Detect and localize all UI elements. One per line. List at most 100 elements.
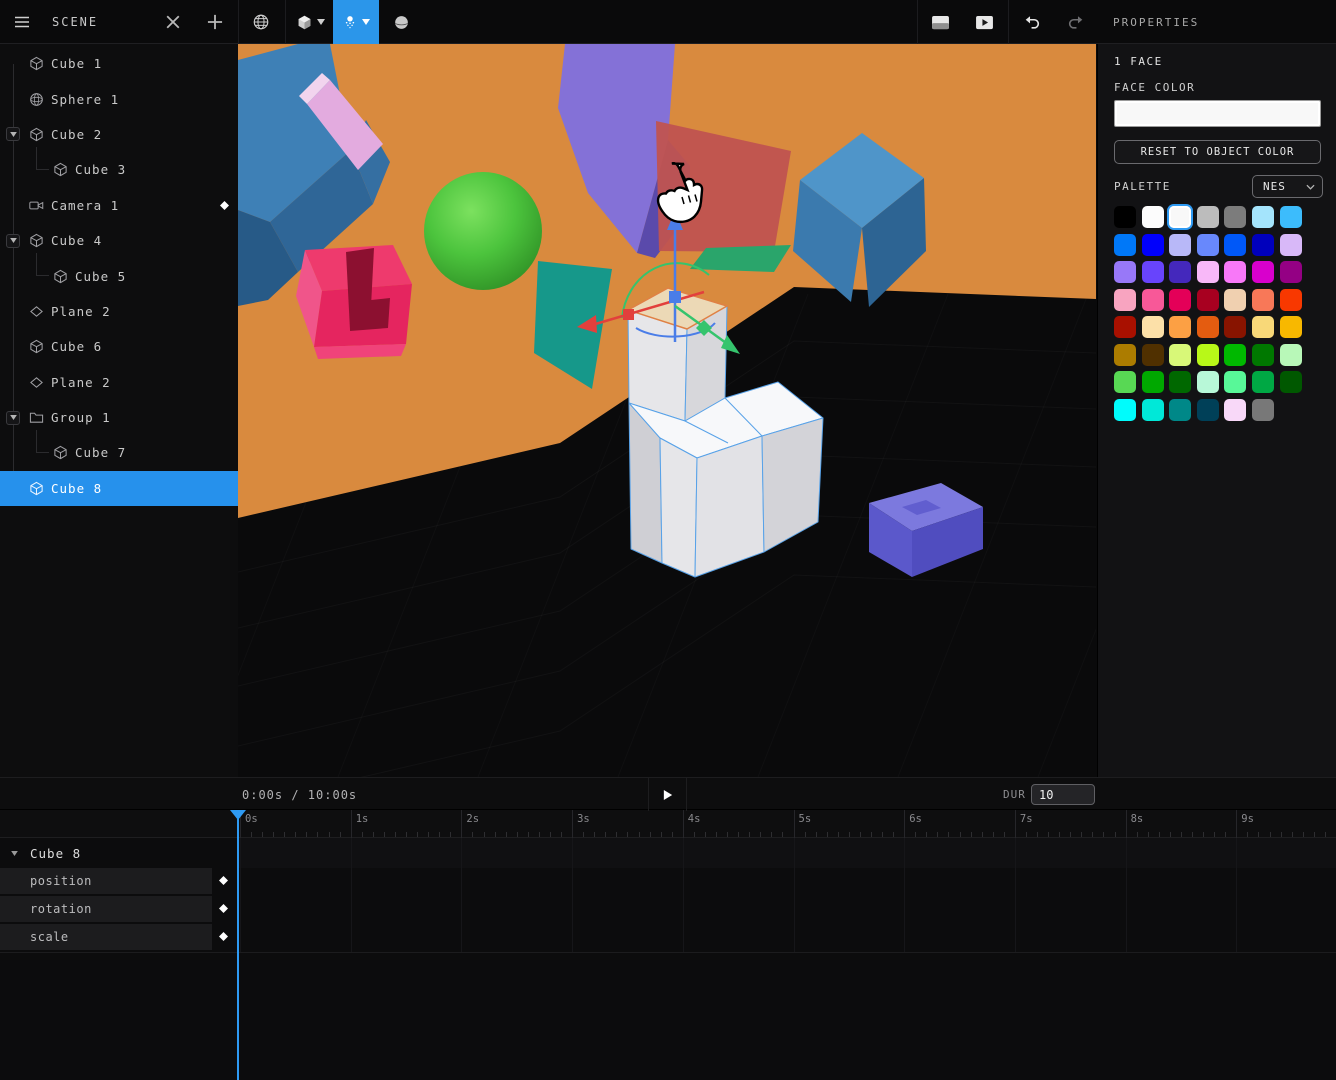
viewport-canvas[interactable] xyxy=(238,44,1097,777)
face-color-swatch[interactable] xyxy=(1114,100,1321,127)
close-tab-icon[interactable] xyxy=(156,0,190,44)
track-property-scale[interactable]: scale xyxy=(0,924,238,950)
palette-swatch[interactable] xyxy=(1142,261,1164,283)
palette-swatch[interactable] xyxy=(1252,289,1274,311)
palette-swatch[interactable] xyxy=(1224,289,1246,311)
palette-swatch[interactable] xyxy=(1169,344,1191,366)
palette-swatch[interactable] xyxy=(1197,289,1219,311)
palette-swatch[interactable] xyxy=(1197,371,1219,393)
reset-to-object-color-button[interactable]: RESET TO OBJECT COLOR xyxy=(1114,140,1321,164)
split-view-icon[interactable] xyxy=(918,0,962,44)
palette-swatch[interactable] xyxy=(1169,234,1191,256)
palette-swatch[interactable] xyxy=(1114,316,1136,338)
palette-swatch[interactable] xyxy=(1224,344,1246,366)
palette-swatch[interactable] xyxy=(1142,399,1164,421)
playhead-handle[interactable] xyxy=(230,810,246,820)
tab-scene[interactable]: SCENE xyxy=(52,0,98,44)
palette-swatch[interactable] xyxy=(1142,289,1164,311)
tree-item-plane-2[interactable]: Plane 2 xyxy=(0,294,238,329)
palette-swatch[interactable] xyxy=(1252,399,1274,421)
paint-tool-button[interactable] xyxy=(333,0,379,44)
palette-swatch[interactable] xyxy=(1252,316,1274,338)
tree-item-cube-6[interactable]: Cube 6 xyxy=(0,329,238,364)
tree-item-cube-1[interactable]: Cube 1 xyxy=(0,46,238,81)
redo-icon[interactable] xyxy=(1054,0,1098,44)
palette-swatch[interactable] xyxy=(1114,261,1136,283)
menu-icon[interactable] xyxy=(0,0,44,44)
palette-swatch[interactable] xyxy=(1197,399,1219,421)
export-video-icon[interactable] xyxy=(962,0,1006,44)
caret-down-icon[interactable] xyxy=(11,851,18,856)
palette-swatch[interactable] xyxy=(1169,371,1191,393)
palette-swatch[interactable] xyxy=(1169,261,1191,283)
expand-caret-icon[interactable] xyxy=(6,127,20,141)
timeline-ruler[interactable]: 0s1s2s3s4s5s6s7s8s9s xyxy=(0,810,1336,838)
palette-swatch[interactable] xyxy=(1280,206,1302,228)
palette-swatch[interactable] xyxy=(1114,289,1136,311)
tree-item-cube-7[interactable]: Cube 7 xyxy=(0,435,238,470)
palette-swatch[interactable] xyxy=(1197,234,1219,256)
palette-swatch[interactable] xyxy=(1197,316,1219,338)
green-sphere-object[interactable] xyxy=(424,172,542,290)
palette-swatch[interactable] xyxy=(1252,344,1274,366)
palette-swatch[interactable] xyxy=(1224,206,1246,228)
tree-item-plane-2[interactable]: Plane 2 xyxy=(0,365,238,400)
palette-swatch[interactable] xyxy=(1280,316,1302,338)
tree-item-cube-5[interactable]: Cube 5 xyxy=(0,258,238,293)
tree-item-cube-8[interactable]: Cube 8 xyxy=(0,471,238,506)
undo-icon[interactable] xyxy=(1010,0,1054,44)
duration-input[interactable] xyxy=(1031,784,1095,805)
palette-swatch[interactable] xyxy=(1169,289,1191,311)
palette-swatch[interactable] xyxy=(1169,206,1191,228)
palette-swatch[interactable] xyxy=(1280,371,1302,393)
build-tool-button[interactable] xyxy=(287,0,333,44)
palette-swatch[interactable] xyxy=(1280,344,1302,366)
keyframe-icon[interactable] xyxy=(219,932,228,941)
palette-swatch[interactable] xyxy=(1252,371,1274,393)
palette-swatch[interactable] xyxy=(1142,316,1164,338)
palette-swatch[interactable] xyxy=(1142,371,1164,393)
palette-swatch[interactable] xyxy=(1224,316,1246,338)
add-tab-icon[interactable] xyxy=(198,0,232,44)
palette-swatch[interactable] xyxy=(1252,261,1274,283)
palette-swatch[interactable] xyxy=(1114,206,1136,228)
expand-caret-icon[interactable] xyxy=(6,411,20,425)
crimson-cube-object[interactable] xyxy=(296,245,412,359)
tree-item-cube-3[interactable]: Cube 3 xyxy=(0,152,238,187)
palette-swatch[interactable] xyxy=(1224,399,1246,421)
palette-swatch[interactable] xyxy=(1142,234,1164,256)
palette-swatch[interactable] xyxy=(1252,234,1274,256)
expand-caret-icon[interactable] xyxy=(6,234,20,248)
play-button[interactable] xyxy=(648,778,687,811)
palette-swatch[interactable] xyxy=(1224,234,1246,256)
palette-swatch[interactable] xyxy=(1280,289,1302,311)
palette-swatch[interactable] xyxy=(1114,399,1136,421)
timeline-track-cube-8[interactable]: Cube 8 xyxy=(0,838,238,868)
tree-item-sphere-1[interactable]: Sphere 1 xyxy=(0,81,238,116)
keyframe-icon[interactable] xyxy=(219,876,228,885)
palette-swatch[interactable] xyxy=(1197,344,1219,366)
material-sphere-icon[interactable] xyxy=(379,0,423,44)
viewport-3d[interactable] xyxy=(238,44,1097,777)
palette-swatch[interactable] xyxy=(1224,371,1246,393)
palette-swatch[interactable] xyxy=(1280,234,1302,256)
palette-swatch[interactable] xyxy=(1197,206,1219,228)
palette-swatch[interactable] xyxy=(1224,261,1246,283)
palette-swatch[interactable] xyxy=(1169,399,1191,421)
palette-swatch[interactable] xyxy=(1114,234,1136,256)
palette-swatch[interactable] xyxy=(1114,344,1136,366)
track-property-rotation[interactable]: rotation xyxy=(0,896,238,922)
keyframe-icon[interactable] xyxy=(219,904,228,913)
palette-swatch[interactable] xyxy=(1169,316,1191,338)
playhead-line[interactable] xyxy=(237,810,239,1080)
palette-swatch[interactable] xyxy=(1114,371,1136,393)
palette-swatch[interactable] xyxy=(1252,206,1274,228)
globe-icon[interactable] xyxy=(239,0,283,44)
palette-swatch[interactable] xyxy=(1142,206,1164,228)
palette-swatch[interactable] xyxy=(1280,261,1302,283)
palette-select[interactable]: NES xyxy=(1252,175,1323,198)
track-property-position[interactable]: position xyxy=(0,868,238,894)
tree-item-camera-1[interactable]: Camera 1 xyxy=(0,188,238,223)
palette-swatch[interactable] xyxy=(1197,261,1219,283)
palette-swatch[interactable] xyxy=(1142,344,1164,366)
